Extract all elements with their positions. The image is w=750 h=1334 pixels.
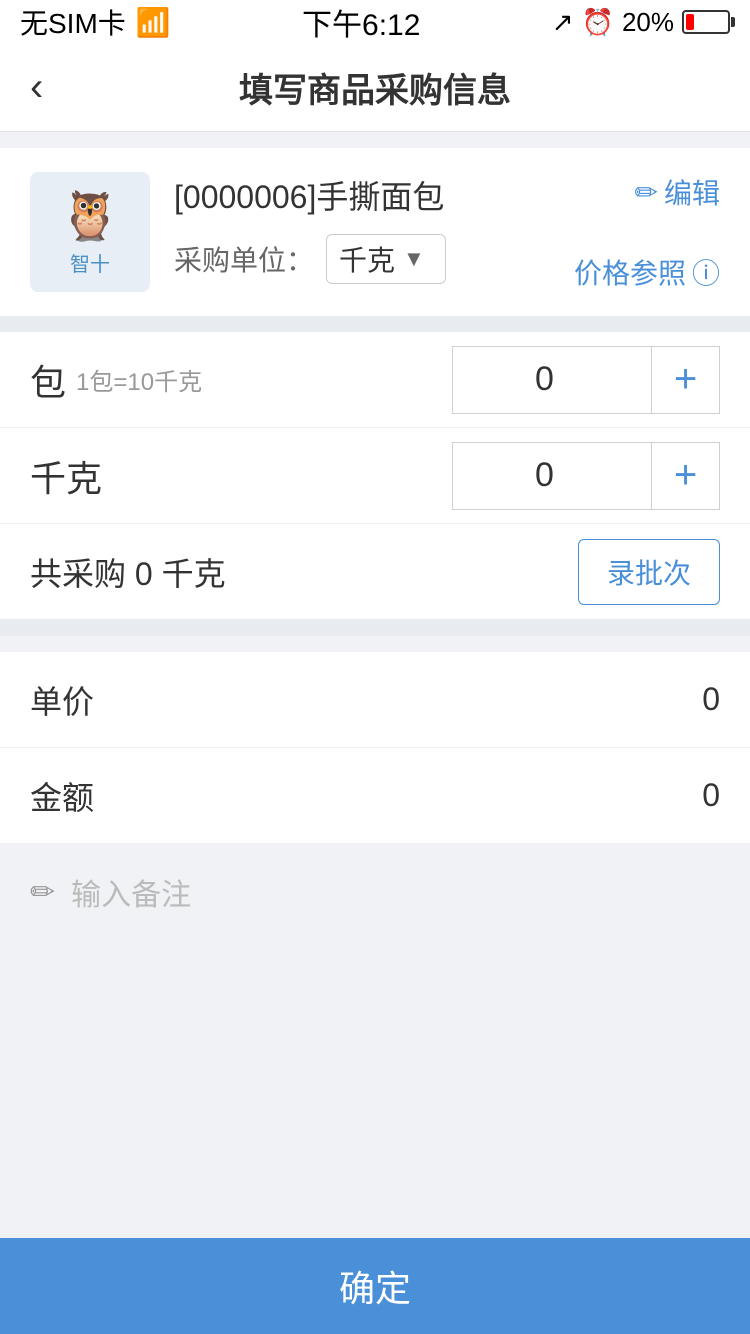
section-divider <box>0 316 750 332</box>
wifi-icon: 📶 <box>136 6 171 39</box>
quantity-row-bao: 包 1包=10千克 + <box>0 332 750 428</box>
pencil-icon: ✏ <box>30 875 55 910</box>
quantity-plus-kg[interactable]: + <box>652 442 720 510</box>
product-card: 🦉 智十 [0000006]手撕面包 采购单位： 千克 ▼ ✏ 编辑 价格参照 … <box>0 148 750 316</box>
quantity-row-kg: 千克 + <box>0 428 750 524</box>
status-time: 下午6:12 <box>302 0 420 44</box>
confirm-button[interactable]: 确定 <box>0 1238 750 1334</box>
price-section: 单价 0 金额 0 <box>0 652 750 844</box>
status-left: 无SIM卡 📶 <box>20 2 171 42</box>
quantity-input-wrap-kg: + <box>452 442 720 510</box>
unit-value: 千克 <box>339 239 395 279</box>
price-row-amount: 金额 0 <box>0 748 750 844</box>
status-right: ↗ ⏰ 20% <box>552 7 730 38</box>
notes-section[interactable]: ✏ 输入备注 <box>0 844 750 940</box>
edit-button[interactable]: ✏ 编辑 <box>635 172 720 212</box>
status-bar: 无SIM卡 📶 下午6:12 ↗ ⏰ 20% <box>0 0 750 44</box>
quantity-input-wrap-bao: + <box>452 346 720 414</box>
quantity-input-kg[interactable] <box>452 442 652 510</box>
quantity-label-bao: 包 <box>30 354 66 406</box>
product-thumbnail: 🦉 智十 <box>30 172 150 292</box>
alarm-icon: ⏰ <box>582 7 614 38</box>
unit-label: 采购单位： <box>174 239 314 279</box>
summary-row: 共采购 0 千克 录批次 <box>0 524 750 620</box>
product-logo-text: 智十 <box>70 248 110 277</box>
quantity-sublabel-bao: 1包=10千克 <box>76 362 202 397</box>
info-icon: ⓘ <box>692 252 720 292</box>
amount-value: 0 <box>702 777 720 814</box>
price-reference-button[interactable]: 价格参照 ⓘ <box>574 252 720 292</box>
unit-price-value: 0 <box>702 681 720 718</box>
battery-percent: 20% <box>622 7 674 38</box>
nav-bar: ‹ 填写商品采购信息 <box>0 44 750 132</box>
quantity-input-bao[interactable] <box>452 346 652 414</box>
product-logo-icon: 🦉 <box>60 187 120 244</box>
price-row-unit: 单价 0 <box>0 652 750 748</box>
page-title: 填写商品采购信息 <box>239 63 511 112</box>
location-icon: ↗ <box>552 7 574 38</box>
dropdown-arrow-icon: ▼ <box>403 246 425 272</box>
battery-icon <box>682 10 730 34</box>
quantity-section: 包 1包=10千克 + 千克 + <box>0 332 750 524</box>
unit-select[interactable]: 千克 ▼ <box>326 234 446 284</box>
batch-button[interactable]: 录批次 <box>578 539 720 605</box>
unit-price-label: 单价 <box>30 677 94 723</box>
notes-placeholder: 输入备注 <box>71 870 191 914</box>
summary-text: 共采购 0 千克 <box>30 549 226 595</box>
back-button[interactable]: ‹ <box>30 65 43 110</box>
edit-icon: ✏ <box>635 176 658 209</box>
quantity-plus-bao[interactable]: + <box>652 346 720 414</box>
amount-label: 金额 <box>30 773 94 819</box>
sim-text: 无SIM卡 <box>20 2 126 42</box>
quantity-label-kg: 千克 <box>30 450 102 502</box>
section-divider-2 <box>0 620 750 636</box>
content-area <box>0 940 750 1270</box>
